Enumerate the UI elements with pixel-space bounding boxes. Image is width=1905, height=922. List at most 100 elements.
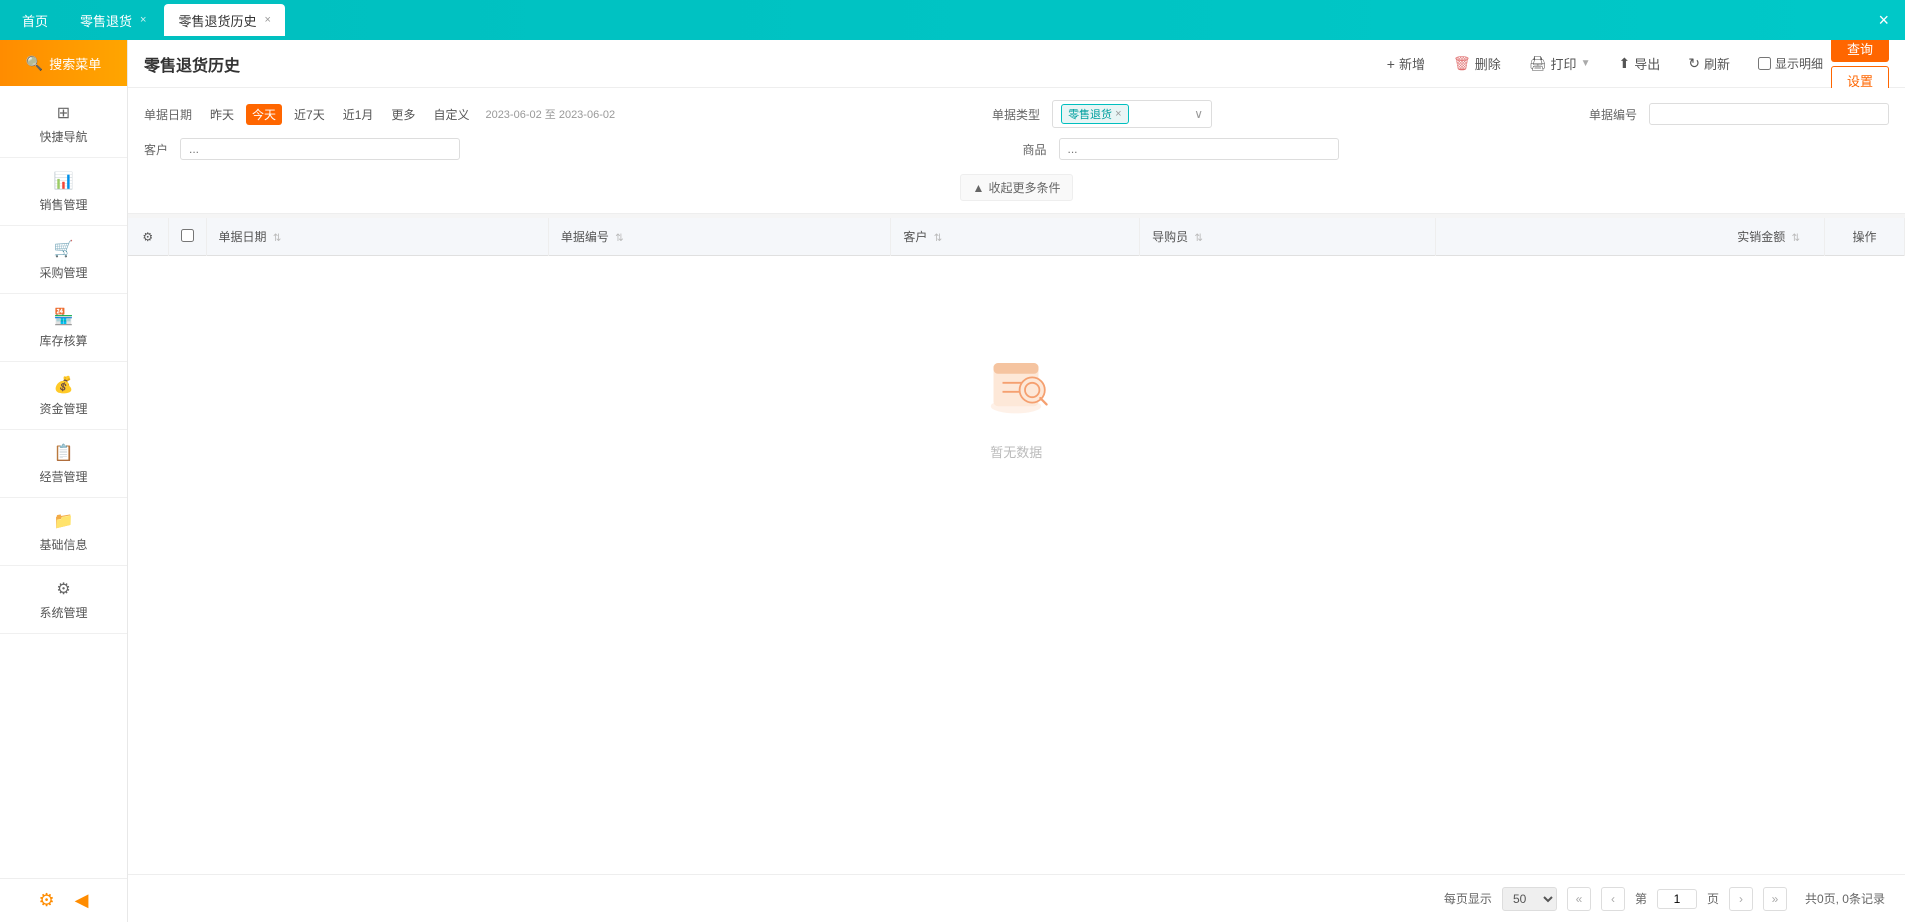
empty-icon: [971, 336, 1061, 426]
type-chevron-icon: ∨: [1194, 107, 1203, 121]
sidebar-item-basic-info[interactable]: 📁 基础信息: [0, 498, 127, 566]
sort-icon: ⇅: [934, 233, 942, 244]
table-head: ⚙ 单据日期 ⇅ 单据编号 ⇅: [128, 218, 1905, 256]
sidebar-item-quick-nav[interactable]: ⊞ 快捷导航: [0, 90, 127, 158]
select-all-checkbox[interactable]: [181, 229, 194, 242]
voucher-label: 单据编号: [1589, 106, 1637, 123]
basic-info-icon: 📁: [53, 510, 75, 532]
tab-retail-return-history[interactable]: 零售退货历史 ×: [164, 4, 284, 36]
sidebar-item-label: 销售管理: [39, 196, 87, 213]
delete-button[interactable]: 🗑 删除: [1445, 50, 1509, 77]
print-button[interactable]: 🖨 打印 ▼: [1521, 50, 1599, 77]
close-tab-retail-return-history[interactable]: ×: [264, 14, 270, 26]
filter-row-1: 单据日期 昨天 今天 近7天 近1月 更多 自定义 2023-06-02 至 2…: [144, 100, 1889, 128]
page-unit: 页: [1707, 890, 1719, 907]
add-button[interactable]: + 新增: [1379, 50, 1433, 77]
filter-row-2: 客户 商品: [144, 138, 1889, 160]
customer-label: 客户: [144, 141, 168, 158]
th-number[interactable]: 单据编号 ⇅: [548, 218, 890, 256]
tab-retail-return[interactable]: 零售退货 ×: [66, 4, 160, 36]
th-date[interactable]: 单据日期 ⇅: [206, 218, 548, 256]
page-size-select[interactable]: 50 20 100: [1502, 887, 1557, 911]
table-body: 暂无数据: [128, 256, 1905, 542]
date-label: 单据日期: [144, 106, 192, 123]
th-customer[interactable]: 客户 ⇅: [891, 218, 1140, 256]
last-page-button[interactable]: »: [1763, 887, 1787, 911]
search-icon: 🔍: [26, 55, 43, 72]
sidebar-item-operation-mgmt[interactable]: 📋 经营管理: [0, 430, 127, 498]
print-icon: 🖨: [1529, 55, 1547, 72]
sidebar-item-label: 快捷导航: [39, 128, 87, 145]
goods-input[interactable]: [1059, 138, 1339, 160]
close-tab-retail-return[interactable]: ×: [140, 14, 146, 26]
show-detail-checkbox[interactable]: [1758, 57, 1771, 70]
header-actions: + 新增 🗑 删除 🖨 打印 ▼ ⬆ 导出: [1379, 50, 1823, 77]
pagination-summary: 共0页, 0条记录: [1805, 890, 1885, 907]
th-ops: 操作: [1825, 218, 1905, 256]
sidebar: 🔍 搜索菜单 ⊞ 快捷导航 📊 销售管理 🛒 采购管理 🏪 库存核算 💰: [0, 40, 128, 922]
date-opt-yesterday[interactable]: 昨天: [204, 104, 240, 125]
type-tag-close[interactable]: ×: [1115, 108, 1121, 120]
voucher-number-input[interactable]: [1649, 103, 1889, 125]
main-layout: 🔍 搜索菜单 ⊞ 快捷导航 📊 销售管理 🛒 采购管理 🏪 库存核算 💰: [0, 40, 1905, 922]
date-opt-more[interactable]: 更多: [385, 104, 421, 125]
page-number-input[interactable]: [1657, 889, 1697, 909]
query-button[interactable]: 查询: [1831, 40, 1889, 62]
sidebar-item-label: 采购管理: [39, 264, 87, 281]
prev-page-button[interactable]: ‹: [1601, 887, 1625, 911]
date-opt-last1m[interactable]: 近1月: [337, 104, 380, 125]
first-page-button[interactable]: «: [1567, 887, 1591, 911]
filter-area: 单据日期 昨天 今天 近7天 近1月 更多 自定义 2023-06-02 至 2…: [128, 88, 1905, 214]
date-opt-today[interactable]: 今天: [246, 104, 282, 125]
sidebar-item-sales-mgmt[interactable]: 📊 销售管理: [0, 158, 127, 226]
type-selector[interactable]: 零售退货 × ∨: [1052, 100, 1212, 128]
page-title: 零售退货历史: [144, 52, 240, 76]
sys-mgmt-icon: ⚙: [53, 578, 75, 600]
sort-icon: ⇅: [1792, 233, 1800, 244]
table-wrapper: ⚙ 单据日期 ⇅ 单据编号 ⇅: [128, 218, 1905, 874]
type-tag: 零售退货 ×: [1061, 104, 1128, 124]
date-options: 昨天 今天 近7天 近1月 更多 自定义 2023-06-02 至 2023-0…: [204, 104, 615, 125]
sidebar-items: ⊞ 快捷导航 📊 销售管理 🛒 采购管理 🏪 库存核算 💰 资金管理 📋: [0, 86, 127, 878]
date-opt-custom[interactable]: 自定义: [427, 104, 475, 125]
th-amount[interactable]: 实销金额 ⇅: [1435, 218, 1824, 256]
window-close-button[interactable]: ×: [1870, 10, 1897, 31]
sidebar-footer: ⚙ ◀: [0, 878, 127, 922]
sidebar-search-label: 搜索菜单: [49, 54, 101, 73]
show-detail-checkbox-label[interactable]: 显示明细: [1758, 55, 1823, 72]
header-right-buttons: 查询 设置: [1831, 40, 1889, 94]
page-header: 零售退货历史 + 新增 🗑 删除 🖨 打印 ▼: [128, 40, 1905, 88]
export-button[interactable]: ⬆ 导出: [1610, 50, 1668, 77]
settings-footer-icon[interactable]: ⚙: [39, 890, 55, 911]
data-table: ⚙ 单据日期 ⇅ 单据编号 ⇅: [128, 218, 1905, 541]
refresh-button[interactable]: ↻ 刷新: [1680, 50, 1738, 77]
sidebar-item-label: 系统管理: [39, 604, 87, 621]
delete-icon: 🗑: [1453, 55, 1471, 72]
add-icon: +: [1387, 56, 1395, 72]
sidebar-item-label: 库存核算: [39, 332, 87, 349]
th-guide[interactable]: 导购员 ⇅: [1140, 218, 1436, 256]
next-page-button[interactable]: ›: [1729, 887, 1753, 911]
sidebar-item-purchase-mgmt[interactable]: 🛒 采购管理: [0, 226, 127, 294]
content-area: 零售退货历史 + 新增 🗑 删除 🖨 打印 ▼: [128, 40, 1905, 922]
quick-nav-icon: ⊞: [53, 102, 75, 124]
sidebar-search-button[interactable]: 🔍 搜索菜单: [0, 40, 127, 86]
goods-label: 商品: [1023, 141, 1047, 158]
table-settings-icon[interactable]: ⚙: [142, 230, 153, 244]
collapse-filter-button[interactable]: ▲ 收起更多条件: [960, 174, 1074, 201]
th-checkbox[interactable]: [168, 218, 206, 256]
sort-icon: ⇅: [273, 233, 281, 244]
sidebar-item-inventory[interactable]: 🏪 库存核算: [0, 294, 127, 362]
export-icon: ⬆: [1618, 55, 1630, 72]
th-settings[interactable]: ⚙: [128, 218, 168, 256]
tab-home[interactable]: 首页: [8, 4, 62, 36]
sidebar-item-sys-mgmt[interactable]: ⚙ 系统管理: [0, 566, 127, 634]
date-opt-last7[interactable]: 近7天: [288, 104, 331, 125]
empty-text: 暂无数据: [990, 442, 1042, 461]
sidebar-item-label: 经营管理: [39, 468, 87, 485]
customer-input[interactable]: [180, 138, 460, 160]
sidebar-item-finance-mgmt[interactable]: 💰 资金管理: [0, 362, 127, 430]
collapse-sidebar-icon[interactable]: ◀: [75, 890, 89, 911]
sort-icon: ⇅: [1194, 233, 1202, 244]
date-range-text: 2023-06-02 至 2023-06-02: [485, 106, 615, 122]
